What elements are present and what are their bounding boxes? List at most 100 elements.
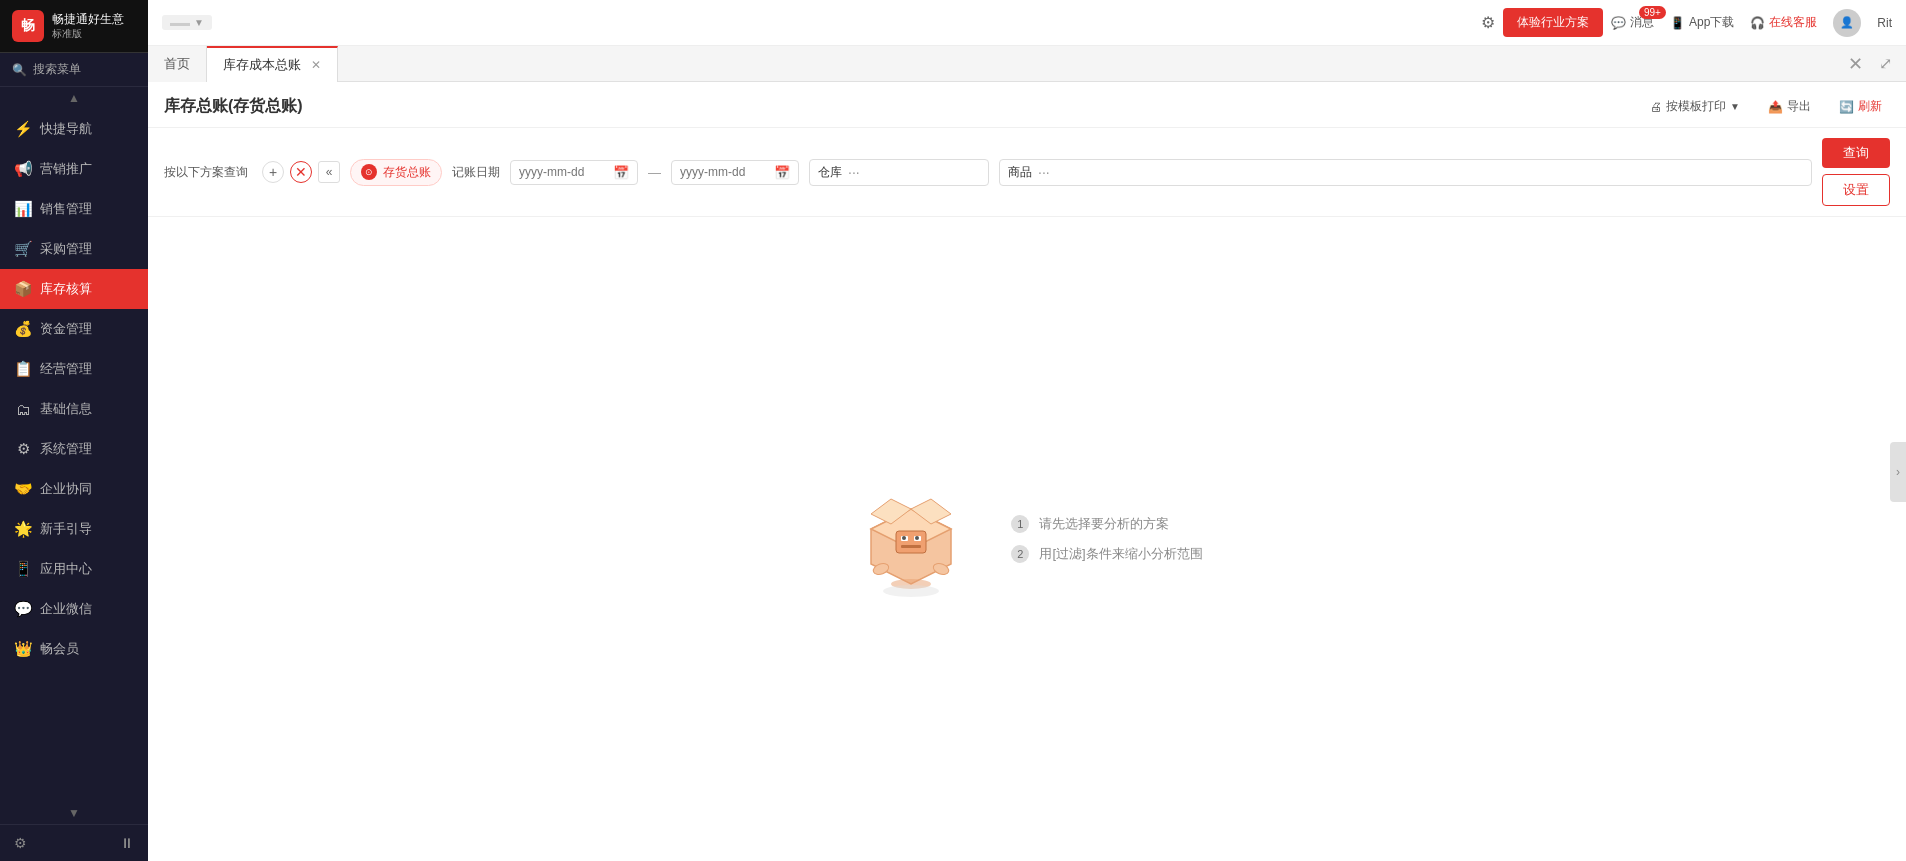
sidebar-item-wechat[interactable]: 💬 企业微信: [0, 589, 148, 629]
panel-expand-button[interactable]: ⤢: [1875, 54, 1896, 73]
search-icon: 🔍: [12, 63, 27, 77]
member-icon: 👑: [14, 640, 32, 658]
sidebar-item-newbie[interactable]: 🌟 新手引导: [0, 509, 148, 549]
sidebar-scroll-down[interactable]: ▼: [0, 802, 148, 824]
scheme-icon: ⊙: [361, 164, 377, 180]
search-menu-button[interactable]: 🔍 搜索菜单: [12, 61, 136, 78]
filter-scheme-selector[interactable]: ⊙ 存货总账: [350, 159, 442, 186]
empty-tips: 1 请先选择要分析的方案 2 用[过滤]条件来缩小分析范围: [1011, 515, 1202, 563]
message-badge: 99+: [1639, 6, 1666, 19]
app-download-button[interactable]: 📱 App下载: [1670, 14, 1734, 31]
filter-right-buttons: 查询 设置: [1822, 138, 1890, 206]
sidebar-item-system[interactable]: ⚙ 系统管理: [0, 429, 148, 469]
tip-text-2: 用[过滤]条件来缩小分析范围: [1039, 545, 1202, 563]
print-button[interactable]: 🖨 按模板打印 ▼: [1642, 94, 1748, 119]
export-button[interactable]: 📤 导出: [1760, 94, 1819, 119]
tip-num-1: 1: [1011, 515, 1029, 533]
wechat-icon: 💬: [14, 600, 32, 618]
system-icon: ⚙: [14, 440, 32, 458]
breadcrumb: ▬▬ ▼: [162, 15, 1469, 30]
svg-point-8: [915, 536, 919, 540]
settings-button[interactable]: 设置: [1822, 174, 1890, 206]
sidebar-item-marketing[interactable]: 📢 营销推广: [0, 149, 148, 189]
query-button[interactable]: 查询: [1822, 138, 1890, 168]
tab-home[interactable]: 首页: [148, 46, 207, 82]
warehouse-label: 仓库: [818, 164, 842, 181]
goods-label: 商品: [1008, 164, 1032, 181]
page-header: 库存总账(存货总账) 🖨 按模板打印 ▼ 📤 导出 🔄 刷新: [148, 82, 1906, 128]
svg-point-13: [883, 585, 939, 597]
tab-close-icon[interactable]: ✕: [311, 58, 321, 72]
sidebar-scroll-up[interactable]: ▲: [0, 87, 148, 109]
sidebar: 畅 畅捷通好生意 标准版 🔍 搜索菜单 ▲ ⚡ 快捷导航 📢 营销推广 📊 销售…: [0, 0, 148, 861]
refresh-icon: 🔄: [1839, 100, 1854, 114]
shortcut-icon: ⚡: [14, 120, 32, 138]
headset-icon: 🎧: [1750, 16, 1765, 30]
panel-close-button[interactable]: ✕: [1844, 53, 1867, 75]
date-to-input[interactable]: [680, 165, 768, 179]
industry-btn[interactable]: 体验行业方案: [1503, 8, 1603, 37]
sidebar-item-shortcut[interactable]: ⚡ 快捷导航: [0, 109, 148, 149]
chevron-down-icon: ▼: [194, 17, 204, 28]
content-area: 库存总账(存货总账) 🖨 按模板打印 ▼ 📤 导出 🔄 刷新 按以下方案查: [148, 82, 1906, 861]
sidebar-item-operation[interactable]: 📋 经营管理: [0, 349, 148, 389]
tabs-bar: 首页 库存成本总账 ✕ ✕ ⤢: [148, 46, 1906, 82]
sidebar-item-member[interactable]: 👑 畅会员: [0, 629, 148, 669]
audio-icon[interactable]: ⏸: [120, 835, 134, 851]
print-dropdown-icon: ▼: [1730, 101, 1740, 112]
sidebar-item-apps[interactable]: 📱 应用中心: [0, 549, 148, 589]
filter-actions: + ✕ «: [262, 161, 340, 183]
filter-remove-button[interactable]: ✕: [290, 161, 312, 183]
sidebar-item-purchase[interactable]: 🛒 采购管理: [0, 229, 148, 269]
logo-text: 畅捷通好生意 标准版: [52, 12, 124, 41]
filter-bar: 按以下方案查询 + ✕ « ⊙ 存货总账 记账日期 📅 — 📅: [148, 128, 1906, 217]
calendar-to-icon[interactable]: 📅: [774, 165, 790, 180]
page-title: 库存总账(存货总账): [164, 96, 303, 117]
message-button[interactable]: 💬 消息 99+: [1611, 14, 1654, 31]
filter-add-button[interactable]: +: [262, 161, 284, 183]
user-avatar: 👤: [1833, 9, 1861, 37]
refresh-button[interactable]: 🔄 刷新: [1831, 94, 1890, 119]
print-icon: 🖨: [1650, 100, 1662, 114]
filter-collapse-button[interactable]: «: [318, 161, 340, 183]
page-actions: 🖨 按模板打印 ▼ 📤 导出 🔄 刷新: [1642, 94, 1890, 119]
warehouse-field[interactable]: 仓库 ···: [809, 159, 989, 186]
message-icon: 💬: [1611, 16, 1626, 30]
date-range-to: 📅: [671, 160, 799, 185]
tab-inventory-ledger[interactable]: 库存成本总账 ✕: [207, 46, 338, 82]
warehouse-more-button[interactable]: ···: [846, 164, 862, 180]
sidebar-item-inventory[interactable]: 📦 库存核算: [0, 269, 148, 309]
sidebar-search[interactable]: 🔍 搜索菜单: [0, 53, 148, 87]
tip-item-1: 1 请先选择要分析的方案: [1011, 515, 1202, 533]
logo-icon: 畅: [12, 10, 44, 42]
online-service-button[interactable]: 🎧 在线客服: [1750, 14, 1817, 31]
sidebar-item-enterprise[interactable]: 🤝 企业协同: [0, 469, 148, 509]
calendar-from-icon[interactable]: 📅: [613, 165, 629, 180]
goods-more-button[interactable]: ···: [1036, 164, 1052, 180]
tip-item-2: 2 用[过滤]条件来缩小分析范围: [1011, 545, 1202, 563]
tip-num-2: 2: [1011, 545, 1029, 563]
app-logo: 畅 畅捷通好生意 标准版: [0, 0, 148, 53]
svg-rect-9: [901, 545, 921, 548]
scheme-label: 存货总账: [383, 164, 431, 181]
sales-icon: 📊: [14, 200, 32, 218]
phone-icon: 📱: [1670, 16, 1685, 30]
topbar-settings-icon[interactable]: ⚙: [1481, 13, 1495, 32]
date-from-input[interactable]: [519, 165, 607, 179]
sidebar-item-finance[interactable]: 💰 资金管理: [0, 309, 148, 349]
settings-bottom-icon[interactable]: ⚙: [14, 835, 27, 851]
sidebar-item-basic[interactable]: 🗂 基础信息: [0, 389, 148, 429]
user-name: Rit: [1877, 16, 1892, 30]
main-area: ▬▬ ▼ ⚙ 体验行业方案 💬 消息 99+ 📱 App下载 🎧 在线客服 👤: [148, 0, 1906, 861]
right-collapse-button[interactable]: ›: [1890, 442, 1906, 502]
empty-illustration: [851, 479, 971, 599]
operation-icon: 📋: [14, 360, 32, 378]
sidebar-item-sales[interactable]: 📊 销售管理: [0, 189, 148, 229]
basic-icon: 🗂: [14, 401, 32, 418]
empty-state: 1 请先选择要分析的方案 2 用[过滤]条件来缩小分析范围: [148, 217, 1906, 861]
date-range: 📅: [510, 160, 638, 185]
purchase-icon: 🛒: [14, 240, 32, 258]
sidebar-bottom: ⚙ ⏸: [0, 824, 148, 861]
breadcrumb-dropdown[interactable]: ▬▬ ▼: [162, 15, 212, 30]
goods-field[interactable]: 商品 ···: [999, 159, 1812, 186]
